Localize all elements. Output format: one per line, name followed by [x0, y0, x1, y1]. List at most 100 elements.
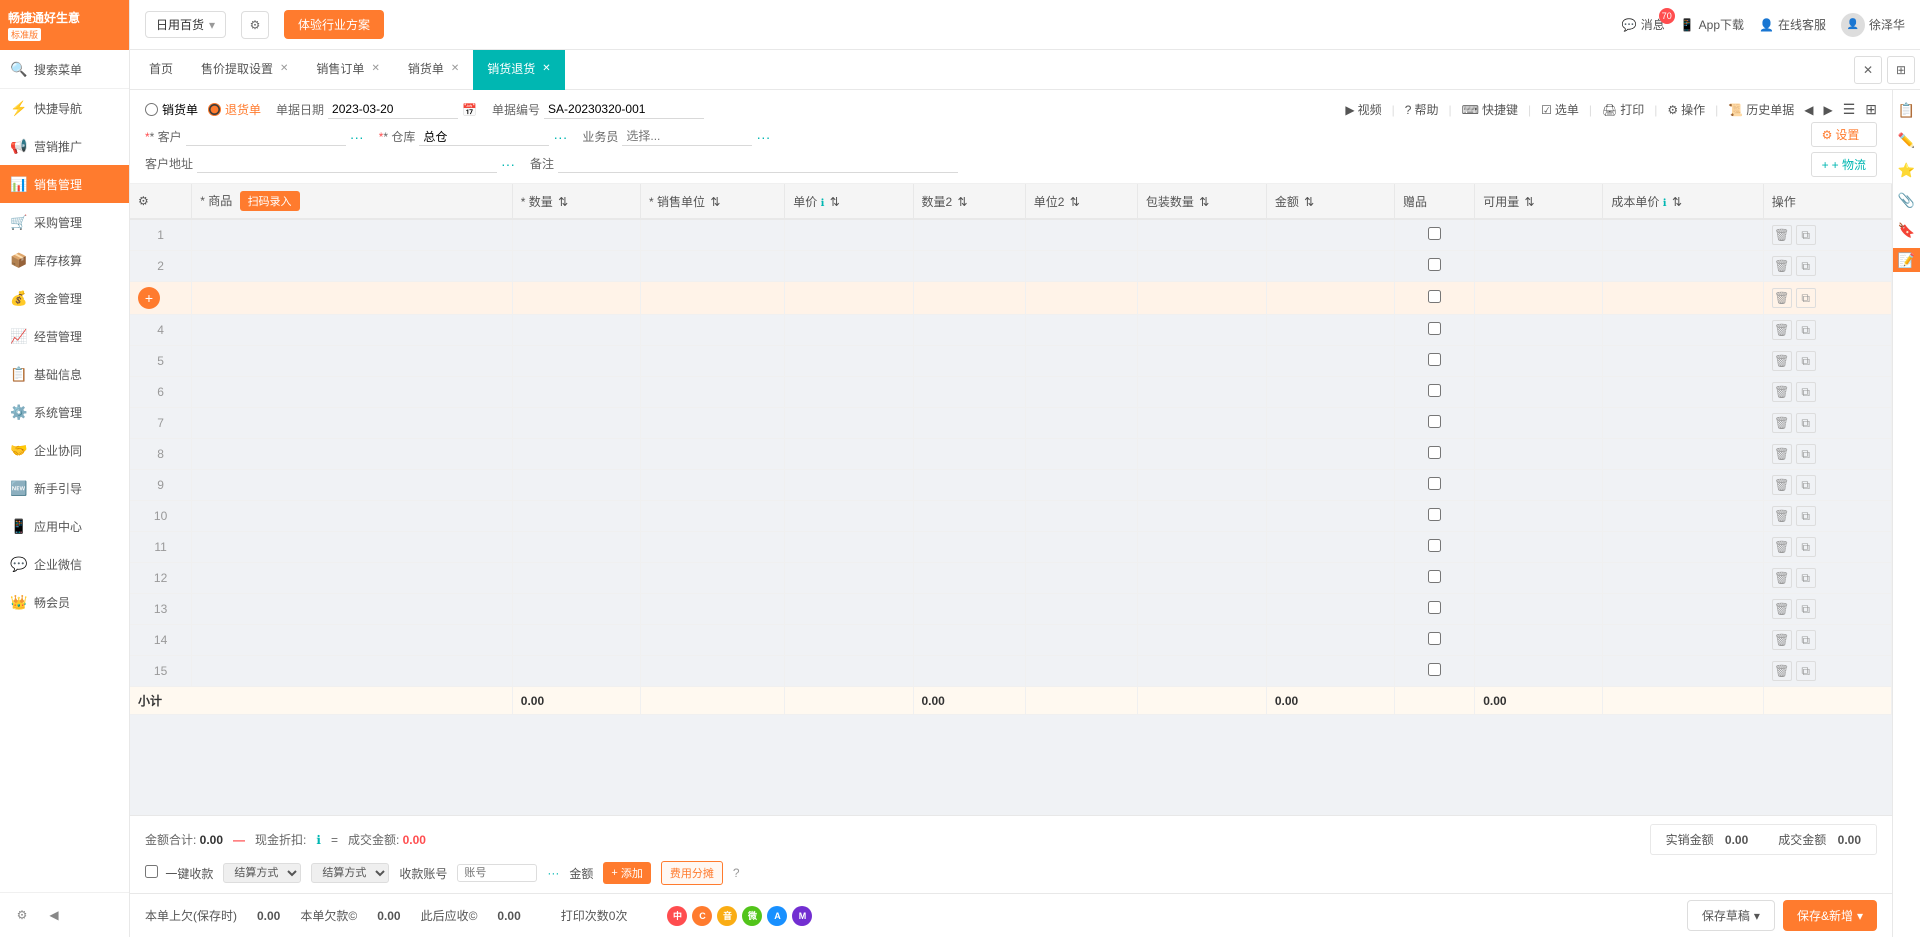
product-input-3[interactable]: [200, 291, 504, 305]
sidebar-item-enterprise[interactable]: 🤝 企业协同: [0, 431, 129, 469]
sidebar-item-newguide[interactable]: 🆕 新手引导: [0, 469, 129, 507]
sale-unit-cell-2[interactable]: [641, 251, 785, 282]
tab-sale-order[interactable]: 销售订单 ✕: [302, 50, 393, 90]
price-cell-1[interactable]: [785, 219, 913, 251]
save-draft-btn[interactable]: 保存草稿 ▾: [1687, 900, 1775, 931]
delete-row-15-btn[interactable]: 🗑: [1772, 661, 1792, 681]
delete-row-7-btn[interactable]: 🗑: [1772, 413, 1792, 433]
grid-view-btn[interactable]: ⊞: [1865, 101, 1877, 118]
sale-unit-sort[interactable]: ⇅: [710, 195, 720, 209]
delete-row-13-btn[interactable]: 🗑: [1772, 599, 1792, 619]
salesman-select-btn[interactable]: ···: [756, 129, 770, 145]
copy-row-4-btn[interactable]: ⧉: [1796, 320, 1816, 340]
sidebar-item-appstore[interactable]: 📱 应用中心: [0, 507, 129, 545]
fee-split-btn[interactable]: 费用分摊: [661, 861, 723, 885]
add-fee-btn[interactable]: + 添加: [603, 862, 650, 884]
sidebar-item-marketing[interactable]: 📢 营销推广: [0, 127, 129, 165]
product-cell-3[interactable]: [192, 282, 513, 315]
copy-row-11-btn[interactable]: ⧉: [1796, 537, 1816, 557]
sidebar-item-shortcut[interactable]: ⚡ 快捷导航: [0, 89, 129, 127]
quick-pay-checkbox-label[interactable]: 一键收款: [145, 865, 213, 882]
tab-sale-return-close[interactable]: ✕: [542, 63, 550, 74]
pack-cell-2[interactable]: [1137, 251, 1266, 282]
pack-cell-1[interactable]: [1137, 219, 1266, 251]
copy-row-6-btn[interactable]: ⧉: [1796, 382, 1816, 402]
copy-row-8-btn[interactable]: ⧉: [1796, 444, 1816, 464]
tab-sale-goods[interactable]: 销货单 ✕: [394, 50, 473, 90]
shortcut-key-btn[interactable]: ⌨ 快捷键: [1462, 101, 1518, 118]
qty2-cell-3[interactable]: [913, 282, 1025, 315]
sidebar-item-sales[interactable]: 📊 销售管理: [0, 165, 129, 203]
gift-cell-3[interactable]: [1395, 282, 1475, 315]
available-cell-3[interactable]: [1475, 282, 1603, 315]
sidebar-item-operations[interactable]: 📈 经营管理: [0, 317, 129, 355]
setup-btn[interactable]: ⚙ 设置: [1811, 122, 1877, 147]
qty2-cell-2[interactable]: [913, 251, 1025, 282]
quantity-cell-3[interactable]: [512, 282, 640, 315]
address-select-btn[interactable]: ···: [501, 156, 515, 172]
sidebar-item-system[interactable]: ⚙️ 系统管理: [0, 393, 129, 431]
quantity-sort[interactable]: ⇅: [558, 195, 568, 209]
history-btn[interactable]: 📜 历史单据: [1728, 101, 1794, 118]
logistics-btn[interactable]: + + 物流: [1811, 152, 1877, 177]
messages-btn[interactable]: 💬 消息 70: [1622, 16, 1665, 33]
delete-row-10-btn[interactable]: 🗑: [1772, 506, 1792, 526]
copy-row-7-btn[interactable]: ⧉: [1796, 413, 1816, 433]
doc-num-input[interactable]: [544, 100, 704, 119]
quantity-cell-1[interactable]: [512, 219, 640, 251]
price-cell-3[interactable]: [785, 282, 913, 315]
unit2-cell-2[interactable]: [1025, 251, 1137, 282]
tab-sale-goods-close[interactable]: ✕: [451, 63, 459, 74]
product-cell-2[interactable]: [192, 251, 513, 282]
warehouse-select-btn[interactable]: ···: [553, 129, 567, 145]
tab-sale-return[interactable]: 销货退货 ✕: [473, 50, 564, 90]
amount-cell-1[interactable]: [1266, 219, 1394, 251]
gift-cell-1[interactable]: [1395, 219, 1475, 251]
radio-return[interactable]: 退货单: [208, 101, 261, 118]
unit2-cell-1[interactable]: [1025, 219, 1137, 251]
collapse-icon[interactable]: ◀: [42, 903, 66, 927]
delete-row-5-btn[interactable]: 🗑: [1772, 351, 1792, 371]
delete-row-4-btn[interactable]: 🗑: [1772, 320, 1792, 340]
right-panel-edit-btn[interactable]: ✏️: [1895, 128, 1919, 152]
copy-row-3-btn[interactable]: ⧉: [1796, 288, 1816, 308]
sidebar-item-member[interactable]: 👑 畅会员: [0, 583, 129, 621]
sidebar-item-search[interactable]: 🔍 搜索菜单: [0, 50, 129, 89]
cost-cell-3[interactable]: [1603, 282, 1763, 315]
operation-btn[interactable]: ⚙ 操作: [1667, 101, 1705, 118]
right-panel-active-btn[interactable]: 📝: [1893, 248, 1920, 272]
radio-sale-goods[interactable]: 销货单: [145, 101, 198, 118]
cost-cell-1[interactable]: [1603, 219, 1763, 251]
th-settings[interactable]: ⚙: [130, 184, 192, 219]
copy-row-9-btn[interactable]: ⧉: [1796, 475, 1816, 495]
sidebar-item-basic[interactable]: 📋 基础信息: [0, 355, 129, 393]
salesman-input[interactable]: [622, 127, 752, 146]
sidebar-item-inventory[interactable]: 📦 库存核算: [0, 241, 129, 279]
available-cell-2[interactable]: [1475, 251, 1603, 282]
amount-cell-3[interactable]: [1266, 282, 1394, 315]
next-doc-btn[interactable]: ▶: [1823, 103, 1832, 117]
sale-unit-cell-1[interactable]: [641, 219, 785, 251]
bank-num-input[interactable]: [457, 864, 537, 882]
scan-input-btn[interactable]: 扫码录入: [240, 191, 300, 211]
customer-input[interactable]: [186, 127, 346, 146]
help-btn[interactable]: ? 帮助: [1405, 101, 1439, 118]
copy-row-10-btn[interactable]: ⧉: [1796, 506, 1816, 526]
industry-selector[interactable]: 日用百货 ▾: [145, 11, 226, 38]
prev-doc-btn[interactable]: ◀: [1804, 103, 1813, 117]
print-btn[interactable]: 🖨 打印: [1602, 101, 1644, 118]
amount-sort[interactable]: ⇅: [1304, 195, 1314, 209]
sidebar-item-purchase[interactable]: 🛒 采购管理: [0, 203, 129, 241]
calc-method2-select[interactable]: 结算方式: [311, 863, 389, 883]
right-panel-star-btn[interactable]: ⭐: [1895, 158, 1919, 182]
select-doc-btn[interactable]: ☑ 选单: [1541, 101, 1579, 118]
price-cell-2[interactable]: [785, 251, 913, 282]
copy-row-5-btn[interactable]: ⧉: [1796, 351, 1816, 371]
copy-row-14-btn[interactable]: ⧉: [1796, 630, 1816, 650]
amount-cell-2[interactable]: [1266, 251, 1394, 282]
copy-row-12-btn[interactable]: ⧉: [1796, 568, 1816, 588]
quick-pay-checkbox[interactable]: [145, 865, 158, 878]
calc-method-select[interactable]: 结算方式: [223, 863, 301, 883]
right-panel-attach-btn[interactable]: 📎: [1895, 188, 1919, 212]
user-profile-btn[interactable]: 👤 徐泽华: [1841, 13, 1905, 37]
